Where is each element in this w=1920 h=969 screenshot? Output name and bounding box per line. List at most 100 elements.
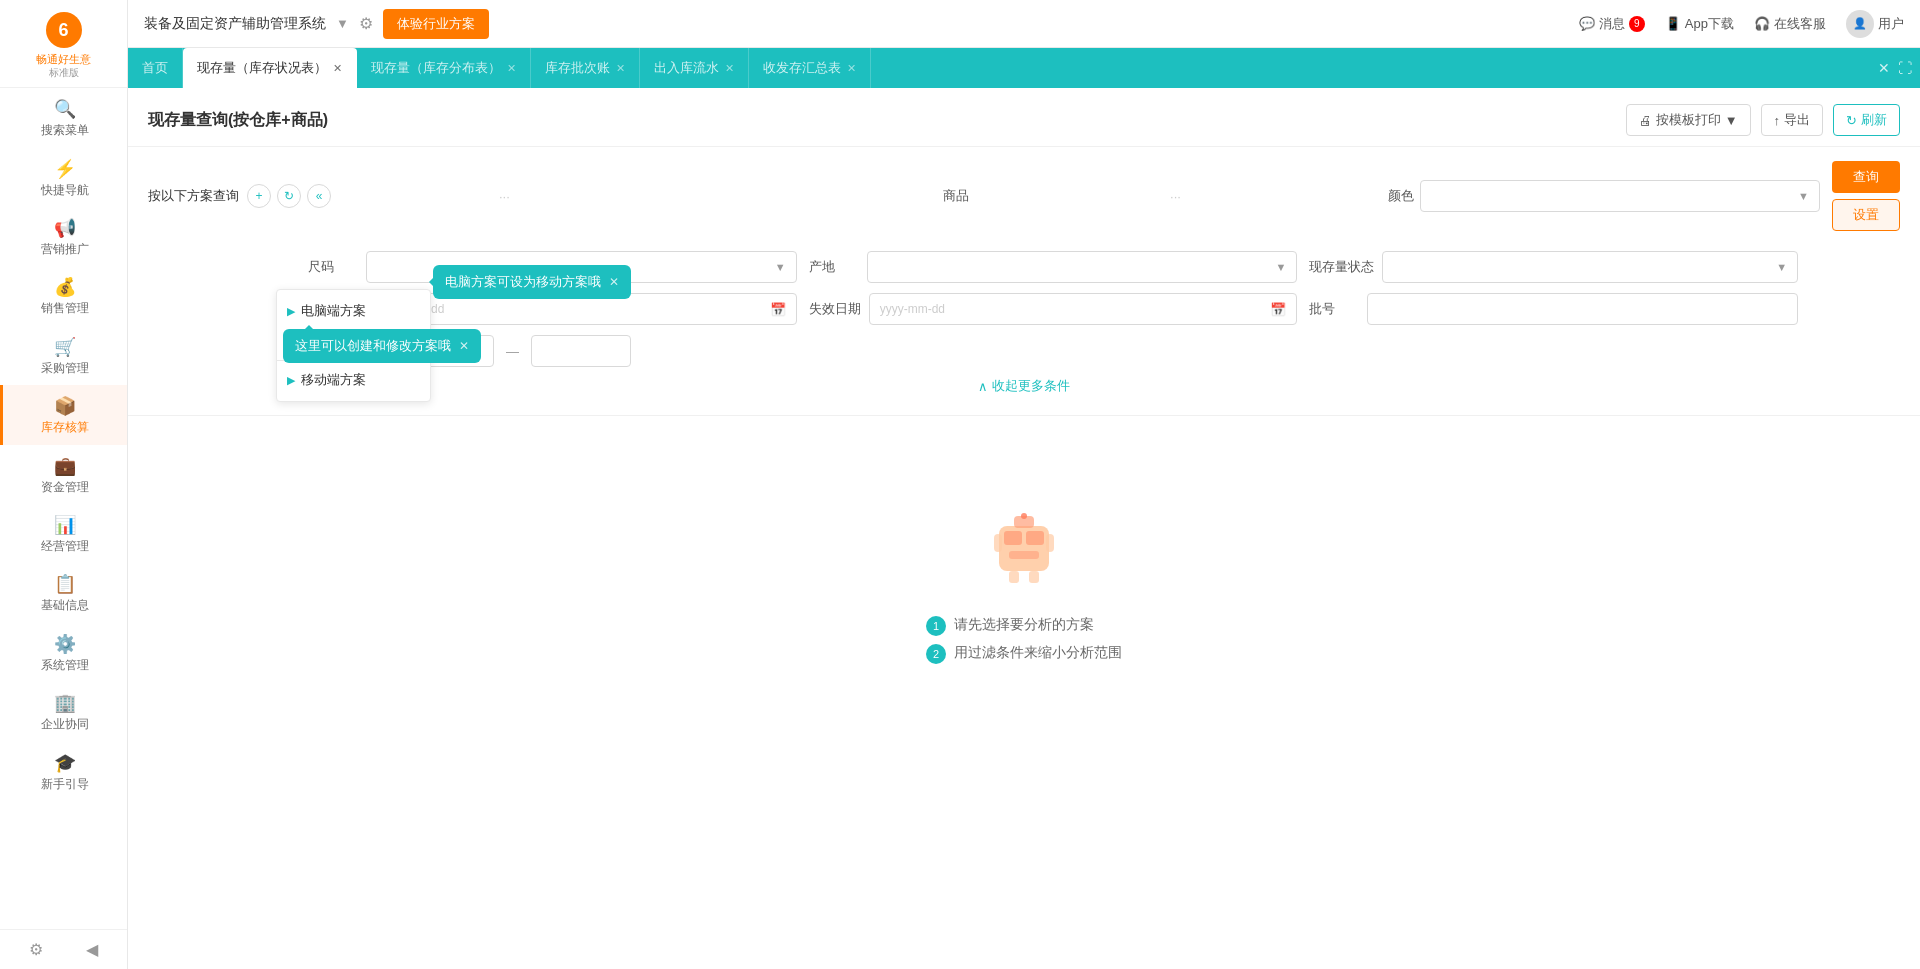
sidebar-item-inventory[interactable]: 📦 库存核算 <box>0 385 127 444</box>
calendar-icon[interactable]: 📅 <box>770 302 786 317</box>
batch-no-group: 批号 <box>1309 293 1798 325</box>
goods-label: 商品 <box>943 187 969 205</box>
operations-icon: 📊 <box>54 514 76 536</box>
empty-step-2: 2 用过滤条件来缩小分析范围 <box>926 644 1122 664</box>
tab-close-all-icon[interactable]: ✕ <box>1878 60 1890 76</box>
tooltip-close-button-2[interactable]: ✕ <box>459 339 469 353</box>
sidebar-item-operations[interactable]: 📊 经营管理 <box>0 504 127 563</box>
tree-item-mobile[interactable]: ▶ 移动端方案 <box>277 365 430 395</box>
search-icon: 🔍 <box>54 98 76 120</box>
back-button[interactable]: « <box>307 184 331 208</box>
range-separator: — <box>502 344 523 359</box>
sidebar-item-marketing[interactable]: 📢 营销推广 <box>0 207 127 266</box>
chevron-down-icon: ▼ <box>1798 190 1809 202</box>
size-label: 尺码 <box>308 258 358 276</box>
print-icon: 🖨 <box>1639 113 1652 128</box>
tab-close-icon[interactable]: ✕ <box>616 62 625 75</box>
filter-row-1: 尺码 ▼ 产地 ▼ 现存量状态 <box>148 251 1900 283</box>
top-header: 装备及固定资产辅助管理系统 ▼ ⚙ 体验行业方案 💬 消息 9 📱 App下载 … <box>128 0 1920 48</box>
tab-fullscreen-icon[interactable]: ⛶ <box>1898 60 1912 76</box>
sidebar-item-label: 经营管理 <box>41 539 89 553</box>
tab-in-out-flow[interactable]: 出入库流水 ✕ <box>640 48 749 88</box>
basic-info-icon: 📋 <box>54 573 76 595</box>
tab-label: 收发存汇总表 <box>763 59 841 77</box>
print-button[interactable]: 🖨 按模板打印 ▼ <box>1626 104 1751 136</box>
collapse-label: 收起更多条件 <box>992 377 1070 395</box>
quick-nav-icon: ⚡ <box>54 158 76 180</box>
settings-icon[interactable]: ⚙ <box>359 14 373 33</box>
stock-status-select[interactable]: ▼ <box>1382 251 1798 283</box>
tab-label: 现存量（库存分布表） <box>371 59 501 77</box>
sidebar-item-label: 系统管理 <box>41 658 89 672</box>
collapse-sidebar-button[interactable]: ◀ <box>86 940 98 959</box>
sidebar-item-quick-nav[interactable]: ⚡ 快捷导航 <box>0 148 127 207</box>
download-icon: 📱 <box>1665 16 1681 31</box>
sidebar-item-search[interactable]: 🔍 搜索菜单 <box>0 88 127 147</box>
user-profile[interactable]: 👤 用户 <box>1846 10 1904 38</box>
sidebar-item-purchase[interactable]: 🛒 采购管理 <box>0 326 127 385</box>
color-filter-group: 颜色 ▼ <box>1388 180 1820 212</box>
sidebar-item-label: 库存核算 <box>41 420 89 434</box>
sidebar-item-enterprise[interactable]: 🏢 企业协同 <box>0 682 127 741</box>
sidebar-item-basic-info[interactable]: 📋 基础信息 <box>0 563 127 622</box>
main-content: 装备及固定资产辅助管理系统 ▼ ⚙ 体验行业方案 💬 消息 9 📱 App下载 … <box>128 0 1920 969</box>
export-button[interactable]: ↑ 导出 <box>1761 104 1824 136</box>
tab-receive-summary[interactable]: 收发存汇总表 ✕ <box>749 48 871 88</box>
calendar-icon[interactable]: 📅 <box>1270 302 1286 317</box>
expiry-date-input[interactable]: yyyy-mm-dd 📅 <box>869 293 1298 325</box>
refresh-button[interactable]: ↻ 刷新 <box>1833 104 1900 136</box>
tab-home[interactable]: 首页 <box>128 48 183 88</box>
sidebar-footer: ⚙ ◀ <box>0 929 127 969</box>
color-select[interactable]: ▼ <box>1420 180 1820 212</box>
search-button[interactable]: 查询 <box>1832 161 1900 193</box>
add-scheme-button[interactable]: + <box>247 184 271 208</box>
sidebar-item-label: 搜索菜单 <box>41 123 89 137</box>
collapse-button[interactable]: ∧ 收起更多条件 <box>978 377 1070 395</box>
online-support-button[interactable]: 🎧 在线客服 <box>1754 15 1826 33</box>
tab-close-icon[interactable]: ✕ <box>333 62 342 75</box>
tab-close-icon[interactable]: ✕ <box>725 62 734 75</box>
warehouse-filter-group: ··· <box>499 189 931 204</box>
tab-batch-account[interactable]: 库存批次账 ✕ <box>531 48 640 88</box>
messages-button[interactable]: 💬 消息 9 <box>1579 15 1645 33</box>
tab-close-icon[interactable]: ✕ <box>507 62 516 75</box>
tab-label: 库存批次账 <box>545 59 610 77</box>
tab-inventory-dist[interactable]: 现存量（库存分布表） ✕ <box>357 48 531 88</box>
message-badge: 9 <box>1629 16 1645 32</box>
sales-icon: 💰 <box>54 276 76 298</box>
goods-filter-group: 商品 ··· <box>943 187 1375 205</box>
sidebar-item-label: 采购管理 <box>41 361 89 375</box>
sidebar-item-finance[interactable]: 💼 资金管理 <box>0 445 127 504</box>
stock-max-input[interactable] <box>531 335 631 367</box>
app-download-button[interactable]: 📱 App下载 <box>1665 15 1734 33</box>
system-dropdown-icon[interactable]: ▼ <box>336 16 349 31</box>
industry-button[interactable]: 体验行业方案 <box>383 9 489 39</box>
tab-close-icon[interactable]: ✕ <box>847 62 856 75</box>
tab-inventory-status[interactable]: 现存量（库存状况表） ✕ <box>183 48 357 88</box>
app-logo: 6 畅通好生意 标准版 <box>0 0 127 88</box>
support-icon: 🎧 <box>1754 16 1770 31</box>
reset-button[interactable]: 设置 <box>1832 199 1900 231</box>
empty-step-1: 1 请先选择要分析的方案 <box>926 616 1122 636</box>
stock-main-group: 现存量（主） — <box>308 335 1900 367</box>
batch-no-input[interactable] <box>1367 293 1798 325</box>
stock-status-filter-group: 现存量状态 ▼ <box>1309 251 1798 283</box>
search-button-group: 查询 设置 <box>1832 161 1900 231</box>
refresh-scheme-button[interactable]: ↻ <box>277 184 301 208</box>
svg-rect-1 <box>1004 531 1022 545</box>
purchase-icon: 🛒 <box>54 336 76 358</box>
sidebar-item-label: 资金管理 <box>41 480 89 494</box>
settings-button[interactable]: ⚙ <box>29 940 43 959</box>
tree-item-desktop[interactable]: ▶ 电脑端方案 <box>277 296 430 326</box>
sidebar-item-sales[interactable]: 💰 销售管理 <box>0 266 127 325</box>
sidebar-item-guide[interactable]: 🎓 新手引导 <box>0 742 127 801</box>
origin-select[interactable]: ▼ <box>867 251 1298 283</box>
tree-item-label: 电脑端方案 <box>301 302 420 320</box>
tooltip-close-button[interactable]: ✕ <box>609 275 619 289</box>
expiry-date-label: 失效日期 <box>809 300 861 318</box>
color-label: 颜色 <box>1388 187 1414 205</box>
origin-filter-group: 产地 ▼ <box>809 251 1298 283</box>
sidebar-nav: 🔍 搜索菜单 ⚡ 快捷导航 📢 营销推广 💰 销售管理 🛒 采购管理 📦 库存核… <box>0 88 127 929</box>
sidebar-item-system[interactable]: ⚙️ 系统管理 <box>0 623 127 682</box>
chevron-down-icon: ▼ <box>775 261 786 273</box>
